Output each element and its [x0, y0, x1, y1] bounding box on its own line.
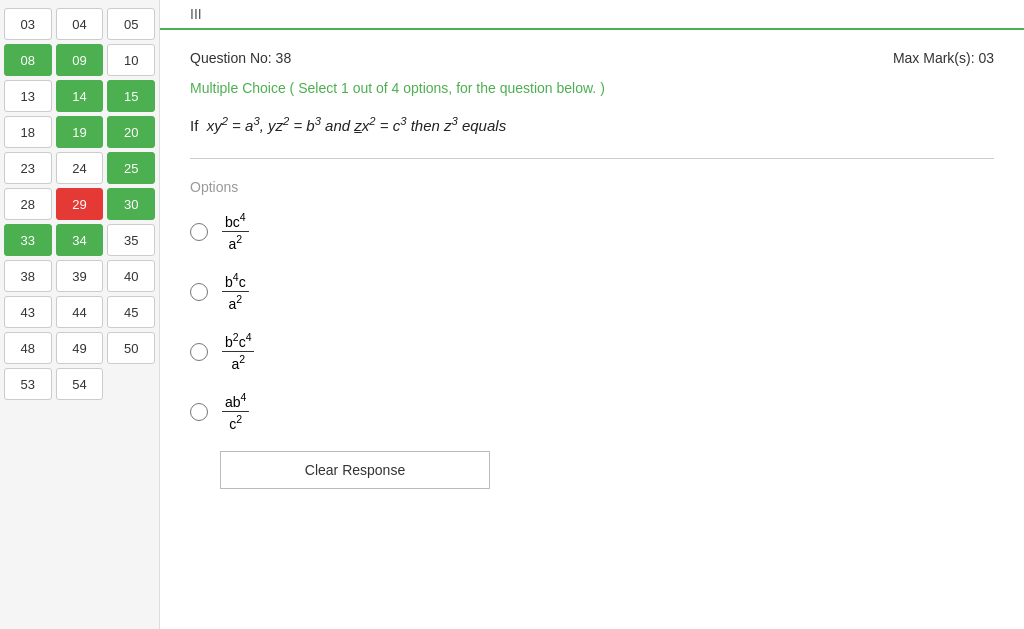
options-label: Options [190, 179, 994, 195]
sidebar-number-29[interactable]: 29 [56, 188, 104, 220]
sidebar-number-43[interactable]: 43 [4, 296, 52, 328]
sidebar-number-39[interactable]: 39 [56, 260, 104, 292]
sidebar-number-18[interactable]: 18 [4, 116, 52, 148]
sidebar-number-13[interactable]: 13 [4, 80, 52, 112]
sidebar-number-49[interactable]: 49 [56, 332, 104, 364]
option-fraction-4: ab4c2 [222, 391, 249, 433]
sidebar-number-10[interactable]: 10 [107, 44, 155, 76]
sidebar-number-03[interactable]: 03 [4, 8, 52, 40]
sidebar-number-54[interactable]: 54 [56, 368, 104, 400]
radio-2[interactable] [190, 283, 208, 301]
question-number-grid: 030405 080910 131415 181920 232425 282930 3334… [4, 8, 155, 400]
sidebar-number-14[interactable]: 14 [56, 80, 104, 112]
sidebar-number-34[interactable]: 34 [56, 224, 104, 256]
sidebar-number-30[interactable]: 30 [107, 188, 155, 220]
sidebar-number-53[interactable]: 53 [4, 368, 52, 400]
clear-response-button[interactable]: Clear Response [220, 451, 490, 489]
question-body: If xy2 = a3, yz2 = b3 and zx2 = c3 then … [190, 112, 994, 138]
math-expression: xy2 = a3, yz2 = b3 and zx2 = c3 then z3 … [207, 117, 506, 134]
options-container: bc4a2 b4ca2 b2c4a2 ab4c2 [190, 211, 994, 433]
option-fraction-3: b2c4a2 [222, 331, 254, 373]
radio-3[interactable] [190, 343, 208, 361]
sidebar-number-35[interactable]: 35 [107, 224, 155, 256]
sidebar-number-38[interactable]: 38 [4, 260, 52, 292]
sidebar-number-33[interactable]: 33 [4, 224, 52, 256]
sidebar-number-40[interactable]: 40 [107, 260, 155, 292]
max-marks: Max Mark(s): 03 [893, 50, 994, 66]
sidebar-number-09[interactable]: 09 [56, 44, 104, 76]
sidebar-number-23[interactable]: 23 [4, 152, 52, 184]
radio-1[interactable] [190, 223, 208, 241]
option-fraction-2: b4ca2 [222, 271, 249, 313]
sidebar-number-04[interactable]: 04 [56, 8, 104, 40]
sidebar-number-19[interactable]: 19 [56, 116, 104, 148]
main-content: III Question No: 38 Max Mark(s): 03 Mult… [160, 0, 1024, 629]
radio-4[interactable] [190, 403, 208, 421]
sidebar-number-44[interactable]: 44 [56, 296, 104, 328]
sidebar: 030405 080910 131415 181920 232425 282930 3334… [0, 0, 160, 629]
sidebar-number-08[interactable]: 08 [4, 44, 52, 76]
sidebar-number-20[interactable]: 20 [107, 116, 155, 148]
option-row-3[interactable]: b2c4a2 [190, 331, 994, 373]
option-row-1[interactable]: bc4a2 [190, 211, 994, 253]
sidebar-number-05[interactable]: 05 [107, 8, 155, 40]
option-row-4[interactable]: ab4c2 [190, 391, 994, 433]
section-roman: III [160, 0, 1024, 30]
sidebar-number-25[interactable]: 25 [107, 152, 155, 184]
divider [190, 158, 994, 159]
sidebar-number-45[interactable]: 45 [107, 296, 155, 328]
sidebar-number-28[interactable]: 28 [4, 188, 52, 220]
question-area: Question No: 38 Max Mark(s): 03 Multiple… [160, 30, 1024, 529]
question-number: Question No: 38 [190, 50, 291, 66]
sidebar-number-24[interactable]: 24 [56, 152, 104, 184]
option-row-2[interactable]: b4ca2 [190, 271, 994, 313]
instruction-text: Multiple Choice ( Select 1 out of 4 opti… [190, 80, 994, 96]
sidebar-number-15[interactable]: 15 [107, 80, 155, 112]
sidebar-number-50[interactable]: 50 [107, 332, 155, 364]
option-fraction-1: bc4a2 [222, 211, 249, 253]
question-meta: Question No: 38 Max Mark(s): 03 [190, 50, 994, 66]
sidebar-number-48[interactable]: 48 [4, 332, 52, 364]
